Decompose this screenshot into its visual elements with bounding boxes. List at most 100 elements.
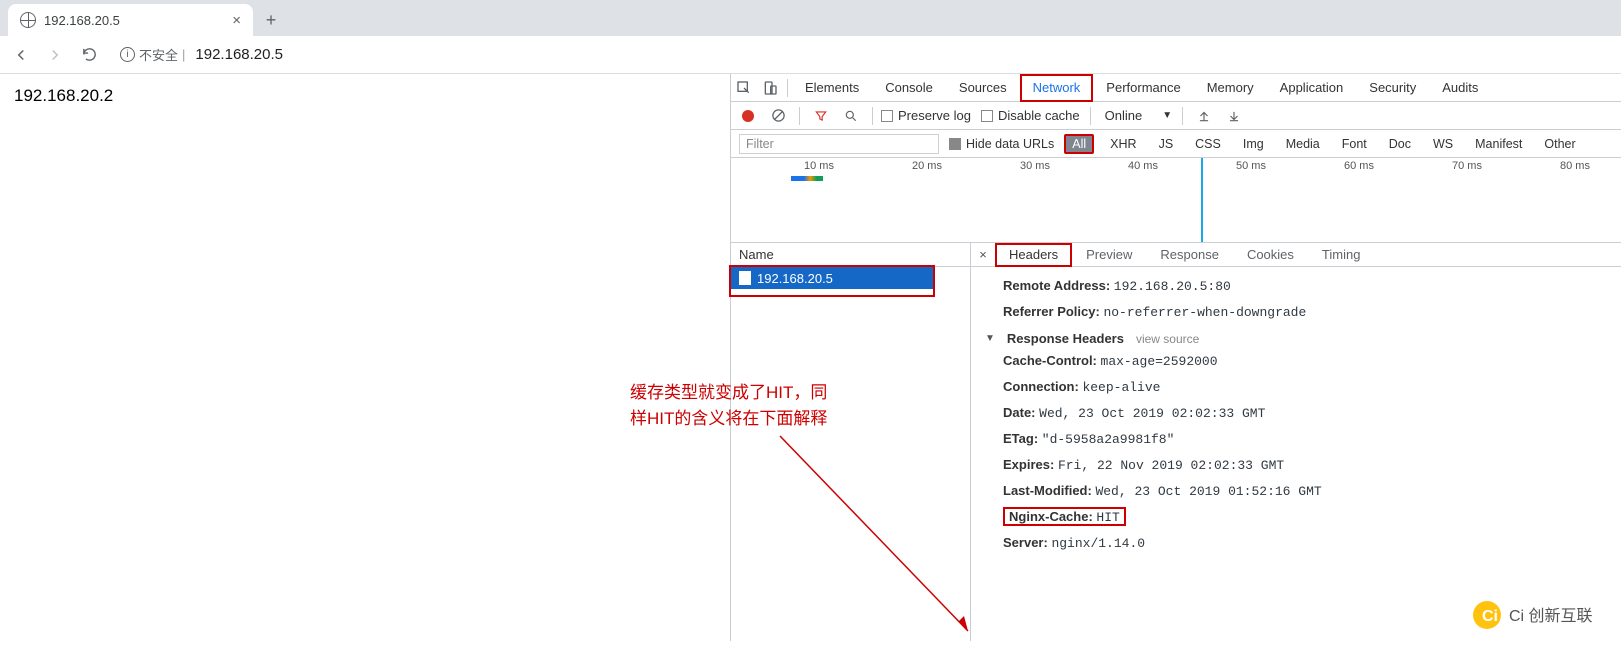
address-bar: i 不安全 | 192.168.20.5 bbox=[0, 36, 1621, 74]
devtools-panel: Elements Console Sources Network Perform… bbox=[730, 74, 1621, 641]
response-headers-section[interactable]: ▼ Response Headers view source bbox=[985, 331, 1607, 346]
content-split: 192.168.20.2 缓存类型就变成了HIT，同 样HIT的含义将在下面解释… bbox=[0, 74, 1621, 641]
filter-type-img[interactable]: Img bbox=[1237, 136, 1270, 152]
triangle-down-icon: ▼ bbox=[985, 333, 995, 344]
request-list: Name 192.168.20.5 bbox=[731, 243, 971, 641]
throttling-select[interactable]: Online ▼ bbox=[1105, 108, 1172, 123]
request-list-highlight: 192.168.20.5 bbox=[729, 265, 935, 297]
separator bbox=[1090, 107, 1091, 125]
close-detail-button[interactable]: × bbox=[971, 247, 995, 262]
header-etag: ETag: "d-5958a2a9981f8" bbox=[1003, 429, 1607, 450]
filter-type-all[interactable]: All bbox=[1064, 134, 1094, 154]
record-button[interactable] bbox=[735, 103, 761, 129]
separator bbox=[872, 107, 873, 125]
close-tab-icon[interactable]: × bbox=[232, 12, 241, 29]
filter-type-ws[interactable]: WS bbox=[1427, 136, 1459, 152]
header-server: Server: nginx/1.14.0 bbox=[1003, 533, 1607, 554]
back-button[interactable] bbox=[10, 44, 32, 66]
headers-body: Remote Address: 192.168.20.5:80 Referrer… bbox=[971, 267, 1621, 641]
header-connection: Connection: keep-alive bbox=[1003, 377, 1607, 398]
annotation-text: 缓存类型就变成了HIT，同 样HIT的含义将在下面解释 bbox=[630, 380, 940, 431]
omnibox[interactable]: i 不安全 | 192.168.20.5 bbox=[120, 45, 1611, 64]
info-icon: i bbox=[120, 47, 135, 62]
preserve-log-checkbox[interactable]: Preserve log bbox=[881, 108, 971, 123]
globe-icon bbox=[20, 12, 36, 28]
request-list-header[interactable]: Name bbox=[731, 243, 970, 267]
timeline-label: 80 ms bbox=[1560, 160, 1590, 172]
chevron-down-icon: ▼ bbox=[1162, 110, 1172, 121]
browser-tab-strip: 192.168.20.5 × + bbox=[0, 0, 1621, 36]
tab-memory[interactable]: Memory bbox=[1194, 74, 1267, 102]
clear-button[interactable] bbox=[765, 103, 791, 129]
timeline-request-bar bbox=[791, 176, 823, 181]
tab-security[interactable]: Security bbox=[1356, 74, 1429, 102]
filter-type-font[interactable]: Font bbox=[1336, 136, 1373, 152]
filter-type-manifest[interactable]: Manifest bbox=[1469, 136, 1528, 152]
search-icon[interactable] bbox=[838, 103, 864, 129]
security-separator: | bbox=[182, 47, 185, 62]
filter-input[interactable]: Filter bbox=[739, 134, 939, 154]
header-remote-address: Remote Address: 192.168.20.5:80 bbox=[1003, 276, 1607, 297]
forward-button[interactable] bbox=[44, 44, 66, 66]
tab-console[interactable]: Console bbox=[872, 74, 946, 102]
header-nginx-cache: Nginx-Cache: HIT bbox=[1003, 507, 1607, 528]
tab-title: 192.168.20.5 bbox=[44, 13, 120, 28]
filter-type-doc[interactable]: Doc bbox=[1383, 136, 1417, 152]
tab-application[interactable]: Application bbox=[1267, 74, 1357, 102]
timeline-load-marker bbox=[1201, 158, 1203, 242]
header-date: Date: Wed, 23 Oct 2019 02:02:33 GMT bbox=[1003, 403, 1607, 424]
tab-network[interactable]: Network bbox=[1020, 74, 1094, 102]
security-label: 不安全 bbox=[139, 45, 178, 64]
filter-type-other[interactable]: Other bbox=[1538, 136, 1581, 152]
browser-tab[interactable]: 192.168.20.5 × bbox=[8, 4, 253, 36]
request-detail: × Headers Preview Response Cookies Timin… bbox=[971, 243, 1621, 641]
inspect-icon[interactable] bbox=[731, 75, 757, 101]
filter-type-js[interactable]: JS bbox=[1153, 136, 1180, 152]
header-cache-control: Cache-Control: max-age=2592000 bbox=[1003, 351, 1607, 372]
network-toolbar: Preserve log Disable cache Online ▼ bbox=[731, 102, 1621, 130]
timeline-label: 60 ms bbox=[1344, 160, 1374, 172]
tab-audits[interactable]: Audits bbox=[1429, 74, 1491, 102]
timeline-label: 50 ms bbox=[1236, 160, 1266, 172]
separator bbox=[1182, 107, 1183, 125]
detail-tab-timing[interactable]: Timing bbox=[1308, 243, 1375, 267]
filter-type-css[interactable]: CSS bbox=[1189, 136, 1227, 152]
filter-type-xhr[interactable]: XHR bbox=[1104, 136, 1142, 152]
reload-button[interactable] bbox=[78, 44, 100, 66]
detail-tab-cookies[interactable]: Cookies bbox=[1233, 243, 1308, 267]
svg-text:Ci: Ci bbox=[1482, 608, 1498, 625]
detail-tab-bar: × Headers Preview Response Cookies Timin… bbox=[971, 243, 1621, 267]
page-body-text: 192.168.20.2 bbox=[14, 86, 113, 105]
tab-sources[interactable]: Sources bbox=[946, 74, 1020, 102]
view-source-link[interactable]: view source bbox=[1136, 332, 1199, 346]
filter-icon[interactable] bbox=[808, 103, 834, 129]
timeline-label: 70 ms bbox=[1452, 160, 1482, 172]
header-expires: Expires: Fri, 22 Nov 2019 02:02:33 GMT bbox=[1003, 455, 1607, 476]
upload-har-icon[interactable] bbox=[1191, 103, 1217, 129]
security-badge[interactable]: i 不安全 | bbox=[120, 45, 185, 64]
timeline-label: 20 ms bbox=[912, 160, 942, 172]
filter-type-media[interactable]: Media bbox=[1280, 136, 1326, 152]
timeline-label: 10 ms bbox=[804, 160, 834, 172]
separator bbox=[787, 79, 788, 97]
watermark-logo: Ci Ci 创新互联 bbox=[1469, 597, 1611, 633]
detail-tab-response[interactable]: Response bbox=[1146, 243, 1233, 267]
detail-tab-preview[interactable]: Preview bbox=[1072, 243, 1146, 267]
disable-cache-checkbox[interactable]: Disable cache bbox=[981, 108, 1080, 123]
devtools-tab-bar: Elements Console Sources Network Perform… bbox=[731, 74, 1621, 102]
timeline-label: 40 ms bbox=[1128, 160, 1158, 172]
tab-elements[interactable]: Elements bbox=[792, 74, 872, 102]
url-text: 192.168.20.5 bbox=[195, 46, 283, 63]
header-referrer-policy: Referrer Policy: no-referrer-when-downgr… bbox=[1003, 302, 1607, 323]
network-timeline[interactable]: 10 ms 20 ms 30 ms 40 ms 50 ms 60 ms 70 m… bbox=[731, 158, 1621, 243]
device-toggle-icon[interactable] bbox=[757, 75, 783, 101]
tab-performance[interactable]: Performance bbox=[1093, 74, 1193, 102]
new-tab-button[interactable]: + bbox=[257, 6, 285, 34]
separator bbox=[799, 107, 800, 125]
timeline-label: 30 ms bbox=[1020, 160, 1050, 172]
download-har-icon[interactable] bbox=[1221, 103, 1247, 129]
header-last-modified: Last-Modified: Wed, 23 Oct 2019 01:52:16… bbox=[1003, 481, 1607, 502]
detail-tab-headers[interactable]: Headers bbox=[995, 243, 1072, 267]
request-row[interactable]: 192.168.20.5 bbox=[731, 267, 933, 289]
hide-data-urls-checkbox[interactable]: Hide data URLs bbox=[949, 137, 1054, 151]
